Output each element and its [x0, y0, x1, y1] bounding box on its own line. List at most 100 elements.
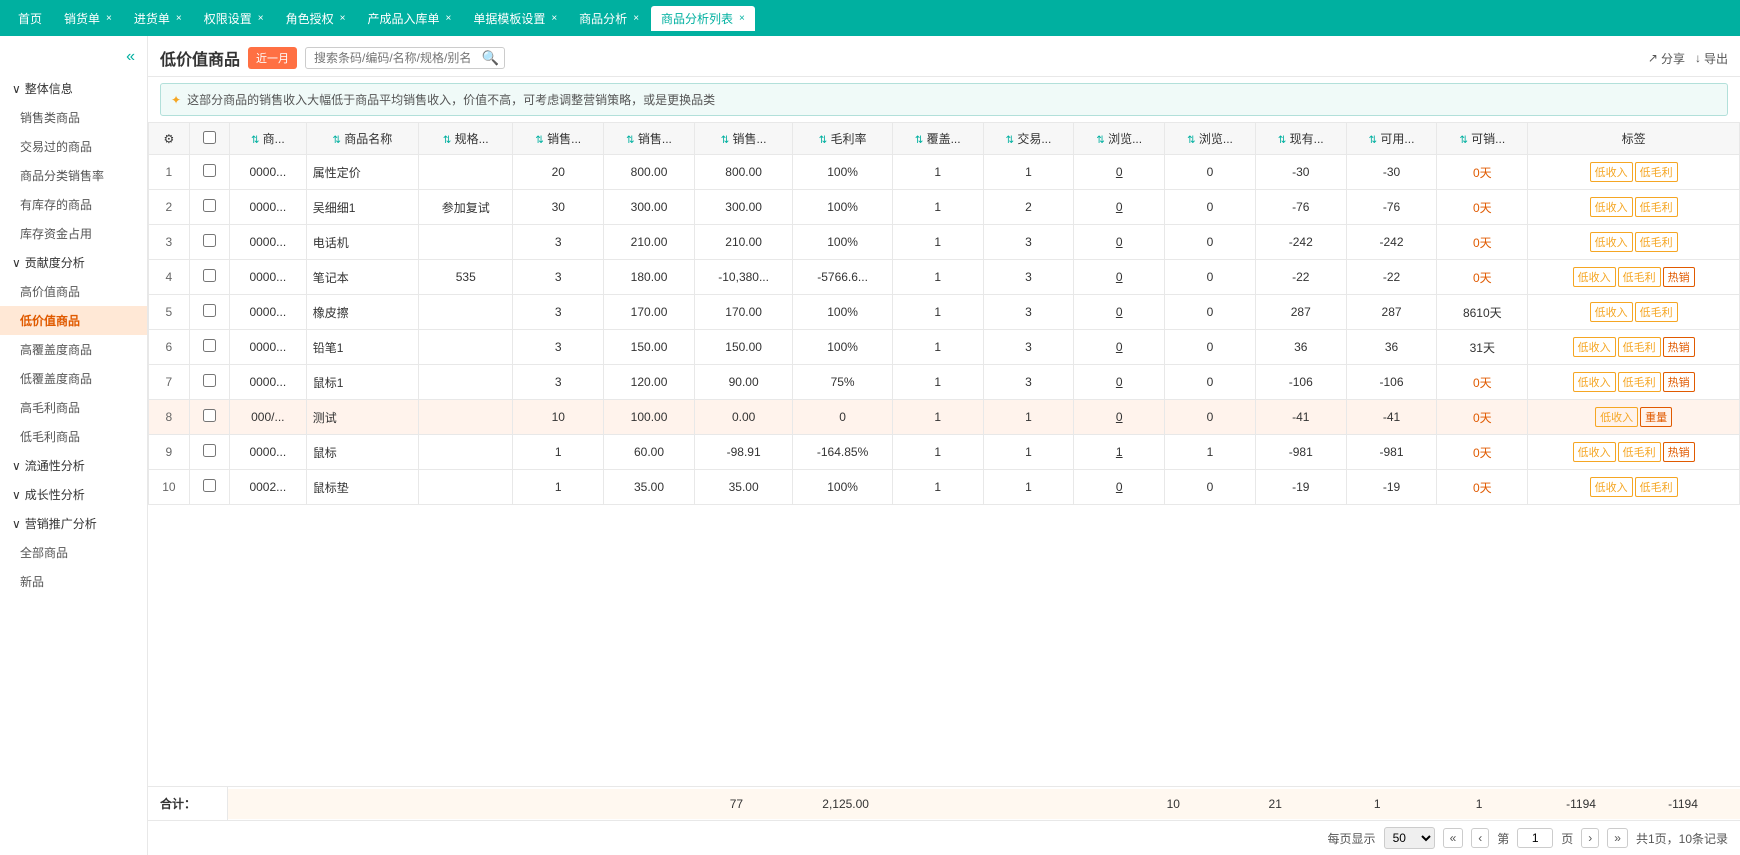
- close-icon[interactable]: ×: [340, 13, 346, 24]
- col-stock-header[interactable]: ⇅ 现有...: [1255, 123, 1346, 155]
- sidebar-section-growth[interactable]: ∨ 成长性分析: [0, 480, 147, 509]
- view1-link[interactable]: 0: [1116, 235, 1123, 249]
- col-code-header[interactable]: ⇅ 商...: [229, 123, 306, 155]
- nav-product-analysis-list[interactable]: 商品分析列表 ×: [651, 6, 755, 31]
- row-checkbox[interactable]: [203, 234, 216, 247]
- row-name[interactable]: 鼠标1: [306, 365, 418, 400]
- search-input[interactable]: [305, 47, 505, 69]
- row-code[interactable]: 0000...: [229, 365, 306, 400]
- col-gross-header[interactable]: ⇅ 毛利率: [793, 123, 892, 155]
- sidebar-item-low-profit[interactable]: 低毛利商品: [0, 422, 147, 451]
- row-view1[interactable]: 0: [1074, 155, 1165, 190]
- row-checkbox[interactable]: [203, 304, 216, 317]
- nav-permissions[interactable]: 权限设置 ×: [194, 6, 274, 31]
- col-name-header[interactable]: ⇅ 商品名称: [306, 123, 418, 155]
- row-code[interactable]: 0000...: [229, 295, 306, 330]
- share-button[interactable]: ↗ 分享: [1648, 50, 1685, 67]
- row-code[interactable]: 0000...: [229, 225, 306, 260]
- row-name[interactable]: 铅笔1: [306, 330, 418, 365]
- close-icon[interactable]: ×: [176, 13, 182, 24]
- close-icon[interactable]: ×: [106, 13, 112, 24]
- sidebar-item-in-stock-products[interactable]: 有库存的商品: [0, 190, 147, 219]
- sidebar-section-overview[interactable]: ∨ 整体信息: [0, 74, 147, 103]
- prev-page-button[interactable]: ‹: [1471, 828, 1489, 848]
- col-spec-header[interactable]: ⇅ 规格...: [419, 123, 513, 155]
- row-code[interactable]: 0002...: [229, 470, 306, 505]
- data-table-container[interactable]: ⚙ ⇅ 商... ⇅ 商品名称 ⇅ 规格... ⇅ 销售... ⇅ 销售... …: [148, 122, 1740, 786]
- close-icon[interactable]: ×: [445, 13, 451, 24]
- sidebar-item-high-profit[interactable]: 高毛利商品: [0, 393, 147, 422]
- export-button[interactable]: ↓ 导出: [1695, 50, 1728, 67]
- view1-link[interactable]: 0: [1116, 480, 1123, 494]
- sidebar-section-contribution[interactable]: ∨ 贡献度分析: [0, 248, 147, 277]
- row-view1[interactable]: 0: [1074, 190, 1165, 225]
- view1-link[interactable]: 0: [1116, 340, 1123, 354]
- page-size-select[interactable]: 50 100 200: [1384, 827, 1435, 849]
- nav-template-settings[interactable]: 单据模板设置 ×: [463, 6, 567, 31]
- sidebar-item-low-value[interactable]: 低价值商品: [0, 306, 147, 335]
- row-code[interactable]: 0000...: [229, 330, 306, 365]
- nav-role-auth[interactable]: 角色授权 ×: [276, 6, 356, 31]
- col-avail-header[interactable]: ⇅ 可用...: [1346, 123, 1437, 155]
- row-name[interactable]: 鼠标垫: [306, 470, 418, 505]
- row-name[interactable]: 属性定价: [306, 155, 418, 190]
- sidebar-item-low-coverage[interactable]: 低覆盖度商品: [0, 364, 147, 393]
- sidebar-item-high-coverage[interactable]: 高覆盖度商品: [0, 335, 147, 364]
- col-coverage-header[interactable]: ⇅ 覆盖...: [892, 123, 983, 155]
- row-checkbox[interactable]: [203, 479, 216, 492]
- first-page-button[interactable]: «: [1443, 828, 1464, 848]
- view1-link[interactable]: 0: [1116, 270, 1123, 284]
- row-checkbox[interactable]: [203, 269, 216, 282]
- select-all-checkbox[interactable]: [203, 131, 216, 144]
- sidebar-section-marketing[interactable]: ∨ 营销推广分析: [0, 509, 147, 538]
- row-checkbox[interactable]: [203, 374, 216, 387]
- nav-sales-order[interactable]: 销货单 ×: [54, 6, 122, 31]
- row-name[interactable]: 橡皮擦: [306, 295, 418, 330]
- view1-link[interactable]: 0: [1116, 165, 1123, 179]
- row-code[interactable]: 0000...: [229, 260, 306, 295]
- sidebar-item-category-sales-rate[interactable]: 商品分类销售率: [0, 161, 147, 190]
- last-page-button[interactable]: »: [1607, 828, 1628, 848]
- sidebar-item-all-products[interactable]: 全部商品: [0, 538, 147, 567]
- col-settings[interactable]: ⚙: [149, 123, 190, 155]
- row-view1[interactable]: 0: [1074, 470, 1165, 505]
- filter-recent-month-button[interactable]: 近一月: [248, 47, 297, 69]
- row-name[interactable]: 电话机: [306, 225, 418, 260]
- row-view1[interactable]: 0: [1074, 295, 1165, 330]
- row-view1[interactable]: 1: [1074, 435, 1165, 470]
- row-checkbox[interactable]: [203, 164, 216, 177]
- row-view1[interactable]: 0: [1074, 330, 1165, 365]
- row-code[interactable]: 0000...: [229, 190, 306, 225]
- row-checkbox[interactable]: [203, 339, 216, 352]
- col-view2-header[interactable]: ⇅ 浏览...: [1165, 123, 1256, 155]
- search-icon[interactable]: 🔍: [482, 50, 499, 67]
- row-code[interactable]: 000/...: [229, 400, 306, 435]
- row-checkbox[interactable]: [203, 199, 216, 212]
- view1-link[interactable]: 0: [1116, 410, 1123, 424]
- sidebar-item-traded-products[interactable]: 交易过的商品: [0, 132, 147, 161]
- row-view1[interactable]: 0: [1074, 400, 1165, 435]
- nav-home[interactable]: 首页: [8, 6, 52, 31]
- view1-link[interactable]: 0: [1116, 200, 1123, 214]
- row-code[interactable]: 0000...: [229, 435, 306, 470]
- nav-purchase-order[interactable]: 进货单 ×: [124, 6, 192, 31]
- row-name[interactable]: 吴细细1: [306, 190, 418, 225]
- sidebar-item-high-value[interactable]: 高价值商品: [0, 277, 147, 306]
- sidebar-item-inventory-capital[interactable]: 库存资金占用: [0, 219, 147, 248]
- col-trade-header[interactable]: ⇅ 交易...: [983, 123, 1074, 155]
- close-icon[interactable]: ×: [258, 13, 264, 24]
- row-name[interactable]: 鼠标: [306, 435, 418, 470]
- close-icon[interactable]: ×: [633, 13, 639, 24]
- row-view1[interactable]: 0: [1074, 225, 1165, 260]
- row-checkbox[interactable]: [203, 444, 216, 457]
- row-code[interactable]: 0000...: [229, 155, 306, 190]
- sidebar-item-sales-products[interactable]: 销售类商品: [0, 103, 147, 132]
- close-icon[interactable]: ×: [551, 13, 557, 24]
- col-view1-header[interactable]: ⇅ 浏览...: [1074, 123, 1165, 155]
- col-qty-header[interactable]: ⇅ 销售...: [513, 123, 604, 155]
- col-price-header[interactable]: ⇅ 销售...: [604, 123, 695, 155]
- row-name[interactable]: 测试: [306, 400, 418, 435]
- view1-link[interactable]: 0: [1116, 375, 1123, 389]
- page-number-input[interactable]: [1517, 828, 1553, 848]
- close-icon[interactable]: ×: [739, 13, 745, 24]
